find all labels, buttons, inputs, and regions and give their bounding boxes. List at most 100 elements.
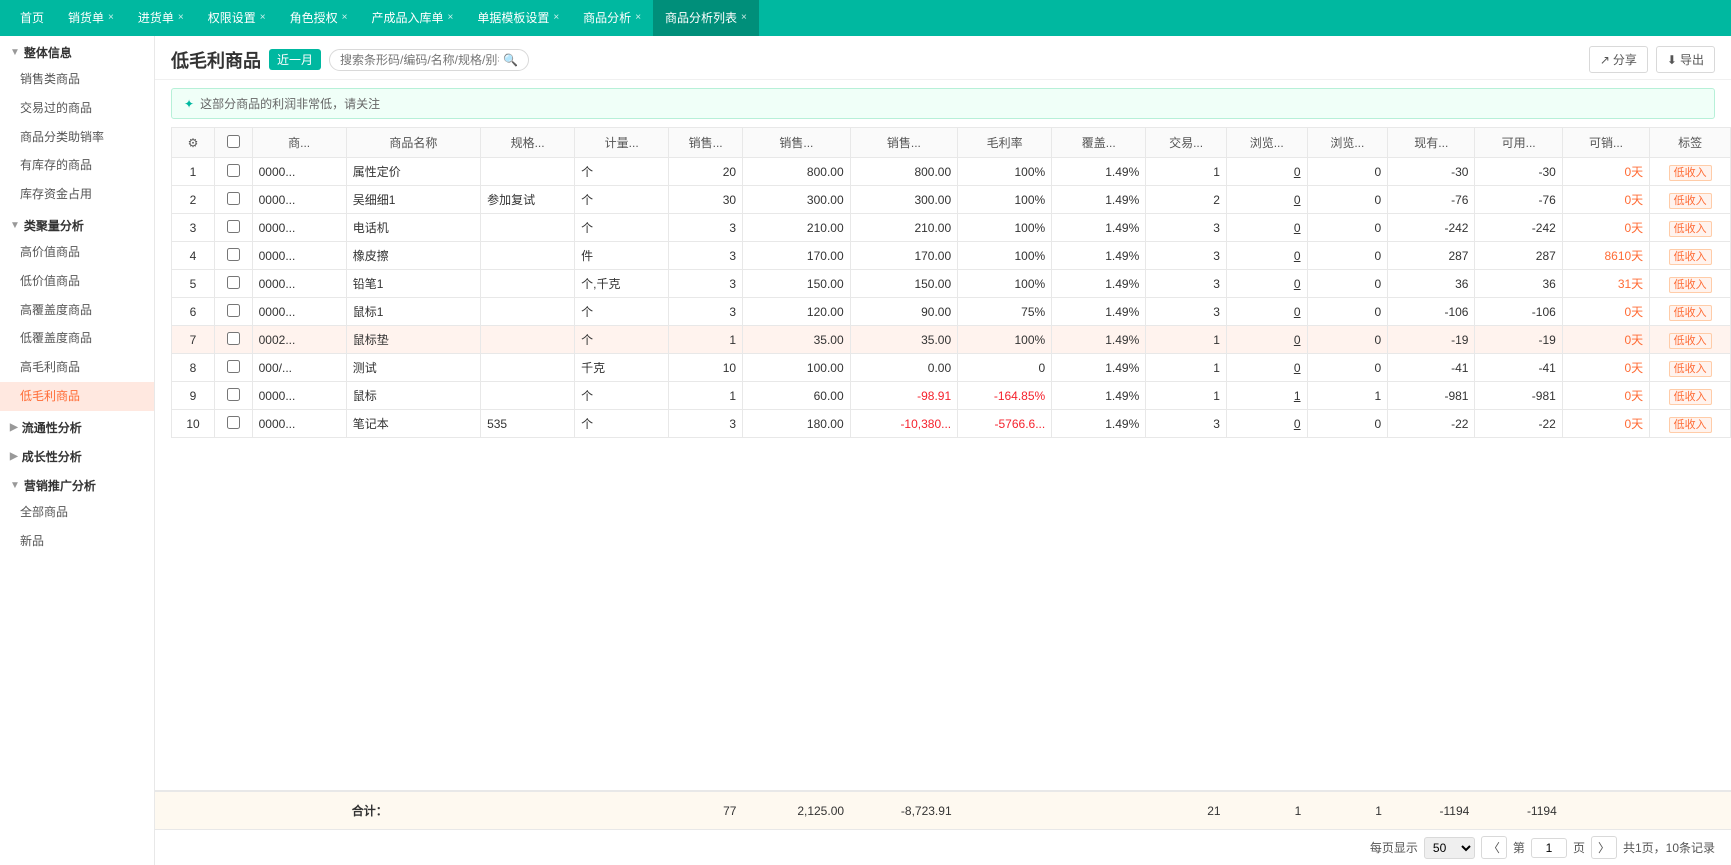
row-sale-days: 0天 [1562,214,1649,242]
row-view1[interactable]: 1 [1226,382,1307,410]
row-sale-profit: 150.00 [850,270,958,298]
row-coverage: 1.49% [1052,158,1146,186]
search-input[interactable] [340,53,499,67]
row-checkbox[interactable] [215,270,253,298]
row-checkbox[interactable] [215,298,253,326]
total-view1: 1 [1295,804,1302,818]
row-checkbox[interactable] [215,326,253,354]
row-unit: 个 [575,214,669,242]
col-gross-rate: 毛利率 [958,128,1052,158]
sidebar-group-cluster[interactable]: ▼ 类聚量分析 [0,209,154,238]
nav-sales-order-close[interactable]: × [108,0,114,36]
sidebar-item-high-coverage[interactable]: 高覆盖度商品 [0,296,154,325]
row-check-3[interactable] [227,220,240,233]
row-sale-days: 0天 [1562,158,1649,186]
sidebar-item-high-value[interactable]: 高价值商品 [0,238,154,267]
row-checkbox[interactable] [215,242,253,270]
sidebar-item-low-profit[interactable]: 低毛利商品 [0,382,154,411]
table-row: 1 0000... 属性定价 个 20 800.00 800.00 100% 1… [172,158,1731,186]
row-sale-amt: 300.00 [743,186,851,214]
sidebar-group-growth[interactable]: ▶ 成长性分析 [0,440,154,469]
sidebar-item-low-coverage[interactable]: 低覆盖度商品 [0,324,154,353]
row-view1[interactable]: 0 [1226,158,1307,186]
row-current-stock: -106 [1388,298,1475,326]
nav-product-analysis-list[interactable]: 商品分析列表 × [653,0,759,36]
row-view1[interactable]: 0 [1226,186,1307,214]
total-page-suffix: 页 [1573,839,1585,856]
row-view1[interactable]: 0 [1226,270,1307,298]
row-view1[interactable]: 0 [1226,410,1307,438]
nav-role-close[interactable]: × [342,0,348,36]
row-checkbox[interactable] [215,214,253,242]
row-view1[interactable]: 0 [1226,354,1307,382]
tag-badge: 低收入 [1669,221,1712,237]
nav-purchase-close[interactable]: × [178,0,184,36]
nav-product-analysis[interactable]: 商品分析 × [571,0,653,36]
sidebar-item-stock-fund[interactable]: 库存资金占用 [0,180,154,209]
nav-sales-order[interactable]: 销货单 × [56,0,126,36]
search-box[interactable]: 🔍 [329,49,529,71]
sidebar-item-high-profit[interactable]: 高毛利商品 [0,353,154,382]
page-input[interactable] [1531,838,1567,858]
row-gross-rate: 100% [958,186,1052,214]
export-button[interactable]: ⬇ 导出 [1656,46,1715,73]
row-check-4[interactable] [227,248,240,261]
col-settings[interactable]: ⚙ [172,128,215,158]
row-check-6[interactable] [227,304,240,317]
row-view1[interactable]: 0 [1226,242,1307,270]
nav-permission[interactable]: 权限设置 × [196,0,278,36]
nav-template-settings[interactable]: 单据模板设置 × [465,0,571,36]
row-check-1[interactable] [227,164,240,177]
per-page-select[interactable]: 50 100 [1424,837,1475,859]
sidebar-item-category-rate[interactable]: 商品分类助销率 [0,123,154,152]
col-code: 商... [252,128,346,158]
col-checkbox-all[interactable] [215,128,253,158]
search-icon[interactable]: 🔍 [503,53,518,67]
nav-template-close[interactable]: × [553,0,559,36]
select-all-checkbox[interactable] [227,135,240,148]
sidebar-item-stock-goods[interactable]: 有库存的商品 [0,151,154,180]
row-coverage: 1.49% [1052,354,1146,382]
sidebar-group-flow[interactable]: ▶ 流通性分析 [0,411,154,440]
sidebar-item-all-goods[interactable]: 全部商品 [0,498,154,527]
row-avail-stock: -30 [1475,158,1562,186]
nav-role-auth[interactable]: 角色授权 × [278,0,360,36]
sidebar-item-new-goods[interactable]: 新品 [0,527,154,556]
row-check-8[interactable] [227,360,240,373]
nav-product-warehouse[interactable]: 产成品入库单 × [359,0,465,36]
nav-home[interactable]: 首页 [8,0,56,36]
row-check-5[interactable] [227,276,240,289]
tag-badge: 低收入 [1669,333,1712,349]
row-check-7[interactable] [227,332,240,345]
sidebar-item-traded-goods[interactable]: 交易过的商品 [0,94,154,123]
row-checkbox[interactable] [215,354,253,382]
nav-product-warehouse-close[interactable]: × [447,0,453,36]
nav-product-analysis-list-close[interactable]: × [741,0,747,36]
sidebar-group-overall[interactable]: ▼ 整体信息 [0,36,154,65]
share-button[interactable]: ↗ 分享 [1589,46,1648,73]
row-check-2[interactable] [227,192,240,205]
row-sale-profit: 800.00 [850,158,958,186]
nav-purchase-order[interactable]: 进货单 × [126,0,196,36]
row-sale-profit: 300.00 [850,186,958,214]
sidebar-item-sales-goods[interactable]: 销售类商品 [0,65,154,94]
row-checkbox[interactable] [215,158,253,186]
row-check-10[interactable] [227,416,240,429]
sidebar-item-low-value[interactable]: 低价值商品 [0,267,154,296]
sidebar-group-marketing[interactable]: ▼ 营销推广分析 [0,469,154,498]
filter-tag-month[interactable]: 近一月 [269,49,321,70]
row-checkbox[interactable] [215,382,253,410]
nav-permission-close[interactable]: × [260,0,266,36]
nav-product-analysis-close[interactable]: × [635,0,641,36]
row-view1[interactable]: 0 [1226,298,1307,326]
row-view1[interactable]: 0 [1226,214,1307,242]
table-container[interactable]: ⚙ 商... 商品名称 规格... 计量... 销售... 销售... 销售..… [155,127,1731,790]
row-checkbox[interactable] [215,186,253,214]
next-page-btn[interactable]: 〉 [1591,836,1617,859]
sidebar-group-overall-label: 整体信息 [24,44,72,61]
row-checkbox[interactable] [215,410,253,438]
row-check-9[interactable] [227,388,240,401]
prev-page-btn[interactable]: 〈 [1481,836,1507,859]
row-view1[interactable]: 0 [1226,326,1307,354]
row-gross-rate: 100% [958,242,1052,270]
